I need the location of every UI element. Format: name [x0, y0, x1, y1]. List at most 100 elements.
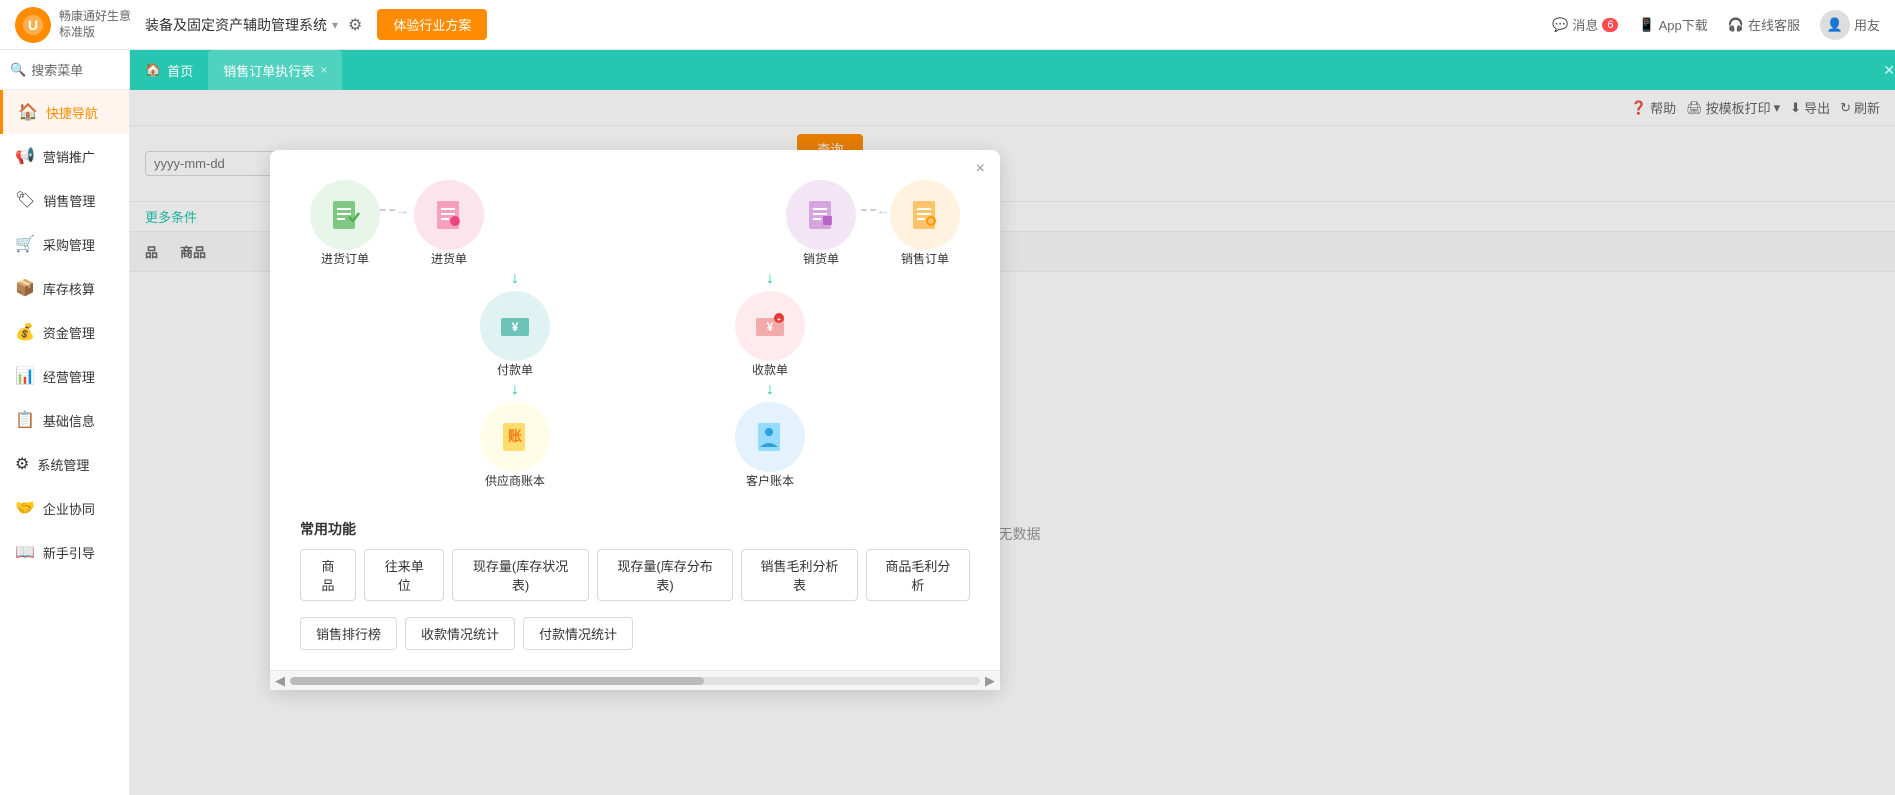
tab-bar-right: ✕: [1868, 62, 1895, 79]
inventory-icon: 📦: [15, 278, 35, 298]
tab-close-icon[interactable]: ×: [320, 63, 327, 77]
payment-bill-node: ¥ 付款单: [480, 291, 550, 378]
close-all-tabs-btn[interactable]: ✕: [1883, 62, 1895, 78]
sidebar-item-purchase[interactable]: 🛒 采购管理: [0, 222, 129, 266]
receipt-bill-icon: ¥ +: [735, 291, 805, 361]
sidebar-item-inventory[interactable]: 📦 库存核算: [0, 266, 129, 310]
common-functions-title: 常用功能: [300, 519, 970, 539]
payment-bill-label: 付款单: [497, 361, 533, 378]
tab-sales-order-exec[interactable]: 销售订单执行表 ×: [208, 50, 342, 90]
user-menu[interactable]: 👤 用友: [1820, 10, 1880, 40]
func-btn-现存量(库存分布表)[interactable]: 现存量(库存分布表): [597, 549, 733, 601]
tab-bar: 🏠 首页 销售订单执行表 × ✕: [130, 50, 1895, 90]
purchase-order-label: 进货订单: [321, 250, 369, 267]
func-btn-收款情况统计[interactable]: 收款情况统计: [405, 617, 515, 650]
finance-icon: 💰: [15, 322, 35, 342]
purchase-order-node: 进货订单: [310, 180, 380, 267]
top-bar: U 畅康通好生意 标准版 装备及固定资产辅助管理系统 ▾ ⚙ 体验行业方案 💬 …: [0, 0, 1895, 50]
logo-text: 畅康通好生意 标准版: [59, 9, 131, 40]
sidebar-item-enterprise[interactable]: 🤝 企业协同: [0, 486, 129, 530]
gear-icon[interactable]: ⚙: [348, 15, 362, 35]
func-btn-商品[interactable]: 商品: [300, 549, 356, 601]
purchase-bill-icon: [414, 180, 484, 250]
scroll-bar[interactable]: [290, 677, 980, 685]
sidebar-search[interactable]: 🔍 搜索菜单: [0, 50, 129, 90]
basic-info-icon: 📋: [15, 410, 35, 430]
modal-close-btn[interactable]: ×: [976, 160, 985, 178]
logo-area: U 畅康通好生意 标准版: [15, 7, 145, 43]
common-functions-area: 常用功能 商品往来单位现存量(库存状况表)现存量(库存分布表)销售毛利分析表商品…: [270, 509, 1000, 670]
func-btn-往来单位[interactable]: 往来单位: [364, 549, 444, 601]
sales-bill-label: 销货单: [803, 250, 839, 267]
flow-modal: ×: [270, 150, 1000, 690]
online-service-btn[interactable]: 🎧 在线客服: [1728, 15, 1800, 34]
scroll-bar-area: ◀ ▶: [270, 670, 1000, 690]
sidebar: 🔍 搜索菜单 🏠 快捷导航 📢 营销推广 🏷 销售管理 🛒 采购管理 📦: [0, 50, 130, 795]
sales-order-label: 销售订单: [901, 250, 949, 267]
customer-account-label: 客户账本: [746, 472, 794, 489]
page-content: ❓ 帮助 🖨 按模板打印 ▾ ⬇ 导出: [130, 90, 1895, 795]
sales-bill-node: 销货单: [786, 180, 856, 267]
sidebar-item-marketing[interactable]: 📢 营销推广: [0, 134, 129, 178]
func-btn-销售排行榜[interactable]: 销售排行榜: [300, 617, 397, 650]
system-title-dropdown[interactable]: 装备及固定资产辅助管理系统 ▾: [145, 15, 338, 35]
enterprise-icon: 🤝: [15, 498, 35, 518]
scroll-left-btn[interactable]: ◀: [275, 673, 285, 689]
func-btn-现存量(库存状况表)[interactable]: 现存量(库存状况表): [452, 549, 588, 601]
app-container: U 畅康通好生意 标准版 装备及固定资产辅助管理系统 ▾ ⚙ 体验行业方案 💬 …: [0, 0, 1895, 795]
purchase-order-icon: [310, 180, 380, 250]
message-badge: 6: [1602, 18, 1618, 32]
sales-order-node: 销售订单: [890, 180, 960, 267]
svg-text:U: U: [28, 17, 38, 33]
purchase-icon: 🛒: [15, 234, 35, 254]
system-title: 装备及固定资产辅助管理系统: [145, 15, 327, 35]
svg-text:¥: ¥: [767, 320, 774, 334]
receipt-bill-label: 收款单: [752, 361, 788, 378]
headset-icon: 🎧: [1728, 17, 1744, 33]
app-logo-icon: U: [15, 7, 51, 43]
svg-text:账: 账: [508, 428, 522, 444]
system-icon: ⚙: [15, 454, 29, 474]
message-btn[interactable]: 💬 消息 6: [1552, 15, 1618, 34]
sidebar-item-quick-nav[interactable]: 🏠 快捷导航: [0, 90, 129, 134]
supplier-account-label: 供应商账本: [485, 472, 545, 489]
flow-diagram: 进货订单 →: [270, 150, 1000, 509]
func-btn-销售毛利分析表[interactable]: 销售毛利分析表: [741, 549, 857, 601]
sidebar-item-new-guide[interactable]: 📖 新手引导: [0, 530, 129, 574]
content-area: 🏠 首页 销售订单执行表 × ✕: [130, 50, 1895, 795]
app-download-btn[interactable]: 📱 App下载: [1638, 15, 1707, 34]
func-btn-商品毛利分析[interactable]: 商品毛利分析: [866, 549, 970, 601]
supplier-account-node: 账 供应商账本: [480, 402, 550, 489]
message-icon: 💬: [1552, 17, 1568, 33]
sidebar-item-finance[interactable]: 💰 资金管理: [0, 310, 129, 354]
sidebar-item-system[interactable]: ⚙ 系统管理: [0, 442, 129, 486]
svg-text:+: +: [777, 315, 782, 324]
home-tab-icon: 🏠: [145, 62, 161, 78]
main-area: 🔍 搜索菜单 🏠 快捷导航 📢 营销推广 🏷 销售管理 🛒 采购管理 📦: [0, 50, 1895, 795]
func-btn-付款情况统计[interactable]: 付款情况统计: [523, 617, 633, 650]
customer-account-icon: [735, 402, 805, 472]
func-buttons-container: 商品往来单位现存量(库存状况表)现存量(库存分布表)销售毛利分析表商品毛利分析销…: [300, 549, 970, 650]
experience-btn[interactable]: 体验行业方案: [377, 9, 487, 40]
avatar: 👤: [1820, 10, 1850, 40]
sidebar-item-basic-info[interactable]: 📋 基础信息: [0, 398, 129, 442]
supplier-account-icon: 账: [480, 402, 550, 472]
scroll-handle: [290, 677, 704, 685]
phone-icon: 📱: [1638, 17, 1654, 33]
scroll-right-btn[interactable]: ▶: [985, 673, 995, 689]
purchase-bill-node: 进货单: [414, 180, 484, 267]
sales-icon: 🏷: [15, 190, 35, 210]
search-icon: 🔍: [10, 62, 26, 78]
sales-bill-icon: [786, 180, 856, 250]
operations-icon: 📊: [15, 366, 35, 386]
sidebar-item-sales[interactable]: 🏷 销售管理: [0, 178, 129, 222]
dropdown-arrow-icon: ▾: [332, 18, 338, 32]
payment-bill-icon: ¥: [480, 291, 550, 361]
sidebar-item-operations[interactable]: 📊 经营管理: [0, 354, 129, 398]
receipt-bill-node: ¥ + 收款单: [735, 291, 805, 378]
modal-overlay: ×: [130, 90, 1895, 795]
svg-text:¥: ¥: [512, 320, 519, 334]
purchase-bill-label: 进货单: [431, 250, 467, 267]
tab-home[interactable]: 🏠 首页: [130, 50, 208, 90]
top-right-actions: 💬 消息 6 📱 App下载 🎧 在线客服 👤 用友: [1552, 10, 1880, 40]
